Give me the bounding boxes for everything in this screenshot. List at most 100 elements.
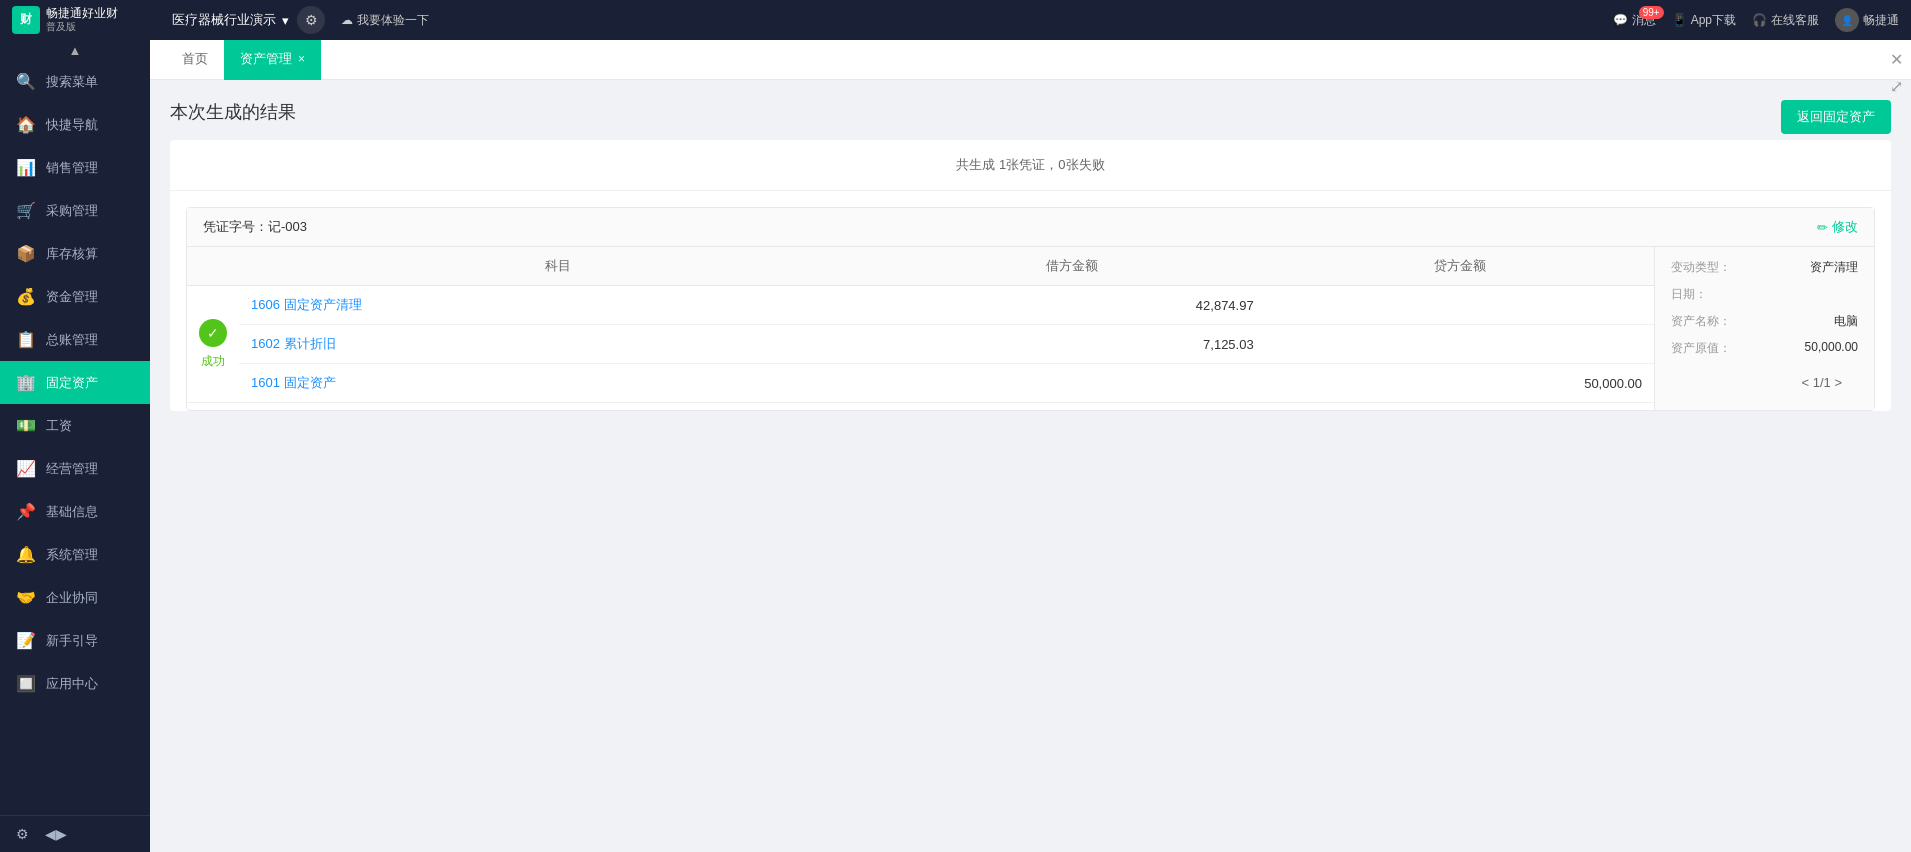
col-credit: 贷方金额 [1266, 247, 1654, 286]
sidebar-item-inventory[interactable]: 📦 库存核算 [0, 232, 150, 275]
asset-value-value: 50,000.00 [1805, 340, 1858, 357]
pagination-info: 1/1 [1813, 375, 1835, 390]
message-icon: 💬 [1613, 13, 1628, 27]
pagination-prev[interactable]: < [1802, 375, 1810, 390]
collapse-icon[interactable]: ◀▶ [45, 826, 67, 842]
sidebar-scroll-up[interactable]: ▲ [0, 40, 150, 60]
voucher-header: 凭证字号：记-003 ✏ 修改 [187, 208, 1874, 247]
inventory-icon: 📦 [16, 244, 36, 263]
ledger-icon: 📋 [16, 330, 36, 349]
online-service-button[interactable]: 🎧 在线客服 [1752, 12, 1819, 29]
sidebar-item-ledger[interactable]: 📋 总账管理 [0, 318, 150, 361]
edit-button[interactable]: ✏ 修改 [1817, 218, 1858, 236]
side-info-asset-name: 资产名称： 电脑 [1671, 313, 1858, 330]
voucher-section: 凭证字号：记-003 ✏ 修改 科目 [186, 207, 1875, 411]
asset-name-value: 电脑 [1834, 313, 1858, 330]
sidebar-item-basic[interactable]: 📌 基础信息 [0, 490, 150, 533]
experience-button[interactable]: ☁ 我要体验一下 [341, 12, 429, 29]
account-cell-1601[interactable]: 1601 固定资产 [239, 364, 877, 403]
sidebar-label-system: 系统管理 [46, 546, 98, 564]
collab-icon: 🤝 [16, 588, 36, 607]
tab-close-icon[interactable]: × [298, 52, 305, 66]
funds-icon: 💰 [16, 287, 36, 306]
sidebar-item-assets[interactable]: 🏢 固定资产 [0, 361, 150, 404]
settings-icon[interactable]: ⚙ [16, 826, 29, 842]
tab-assets[interactable]: 资产管理 × [224, 40, 321, 80]
sidebar-label-sales: 销售管理 [46, 159, 98, 177]
company-name: 医疗器械行业演示 [172, 11, 276, 29]
result-summary: 共生成 1张凭证，0张失败 [170, 140, 1891, 191]
voucher-table: 科目 借方金额 贷方金额 ✓ [187, 247, 1654, 403]
logo-icon: 财 [12, 6, 40, 34]
side-info-date: 日期： [1671, 286, 1858, 303]
sidebar-item-ops[interactable]: 📈 经营管理 [0, 447, 150, 490]
col-account: 科目 [239, 247, 877, 286]
assets-icon: 🏢 [16, 373, 36, 392]
debit-cell-1606: 42,874.97 [877, 286, 1265, 325]
company-selector[interactable]: 医疗器械行业演示 ▾ [172, 11, 289, 29]
experience-label: 我要体验一下 [357, 12, 429, 29]
col-status [187, 247, 239, 286]
account-cell-1602[interactable]: 1602 累计折旧 [239, 325, 877, 364]
sidebar-label-ops: 经营管理 [46, 460, 98, 478]
return-button[interactable]: 返回固定资产 [1781, 100, 1891, 134]
sidebar-item-collab[interactable]: 🤝 企业协同 [0, 576, 150, 619]
logo-area: 财 畅捷通好业财 普及版 [12, 6, 162, 34]
sales-icon: 📊 [16, 158, 36, 177]
credit-cell-1602 [1266, 325, 1654, 364]
user-menu[interactable]: 👤 畅捷通 [1835, 8, 1899, 32]
pagination-next[interactable]: > [1834, 375, 1842, 390]
credit-cell-1606 [1266, 286, 1654, 325]
apps-icon: 🔲 [16, 674, 36, 693]
account-cell-1606[interactable]: 1606 固定资产清理 [239, 286, 877, 325]
purchase-icon: 🛒 [16, 201, 36, 220]
page-title: 本次生成的结果 [170, 100, 1891, 124]
sidebar-item-salary[interactable]: 💵 工资 [0, 404, 150, 447]
message-button[interactable]: 💬 消息 99+ [1613, 12, 1656, 29]
voucher-side: 变动类型： 资产清理 日期： 资产名称： 电脑 [1654, 247, 1874, 410]
panel-expand-icon[interactable]: ⤢ [1890, 77, 1903, 96]
voucher-table-area: 科目 借方金额 贷方金额 ✓ [187, 247, 1654, 410]
sidebar-item-search[interactable]: 🔍 搜索菜单 [0, 60, 150, 103]
sidebar-item-sales[interactable]: 📊 销售管理 [0, 146, 150, 189]
headset-icon: 🎧 [1752, 13, 1767, 27]
phone-icon: 📱 [1672, 13, 1687, 27]
debit-cell-1601 [877, 364, 1265, 403]
col-debit: 借方金额 [877, 247, 1265, 286]
tab-home-label: 首页 [182, 50, 208, 68]
user-label: 畅捷通 [1863, 12, 1899, 29]
sidebar-label-basic: 基础信息 [46, 503, 98, 521]
sidebar-item-quicknav[interactable]: 🏠 快捷导航 [0, 103, 150, 146]
tab-home[interactable]: 首页 [166, 40, 224, 80]
sidebar-item-system[interactable]: 🔔 系统管理 [0, 533, 150, 576]
top-header: 财 畅捷通好业财 普及版 医疗器械行业演示 ▾ ⚙ ☁ 我要体验一下 💬 消息 … [0, 0, 1911, 40]
sidebar: ▲ 🔍 搜索菜单 🏠 快捷导航 📊 销售管理 🛒 采购管理 📦 库存核算 💰 资… [0, 40, 150, 852]
panel-close-icon[interactable]: ✕ [1890, 50, 1903, 69]
tab-assets-label: 资产管理 [240, 50, 292, 68]
sidebar-item-funds[interactable]: 💰 资金管理 [0, 275, 150, 318]
table-row: ✓ 成功 1606 固定资产清理 42,874.97 [187, 286, 1654, 325]
pagination[interactable]: < 1/1 > [1671, 367, 1858, 398]
sidebar-item-purchase[interactable]: 🛒 采购管理 [0, 189, 150, 232]
sidebar-label-quicknav: 快捷导航 [46, 116, 98, 134]
sidebar-item-guide[interactable]: 📝 新手引导 [0, 619, 150, 662]
app-label: App下载 [1691, 12, 1736, 29]
change-type-value: 资产清理 [1810, 259, 1858, 276]
change-type-label: 变动类型： [1671, 259, 1731, 276]
gear-button[interactable]: ⚙ [297, 6, 325, 34]
page-content: 本次生成的结果 返回固定资产 共生成 1张凭证，0张失败 凭证字号：记-003 … [150, 80, 1911, 852]
edit-label: 修改 [1832, 218, 1858, 236]
logo-text: 畅捷通好业财 [46, 6, 118, 20]
sidebar-label-assets: 固定资产 [46, 374, 98, 392]
cloud-icon: ☁ [341, 13, 353, 27]
app-download-button[interactable]: 📱 App下载 [1672, 12, 1736, 29]
sidebar-label-collab: 企业协同 [46, 589, 98, 607]
voucher-number: 凭证字号：记-003 [203, 218, 307, 236]
sidebar-item-apps[interactable]: 🔲 应用中心 [0, 662, 150, 705]
panel-controls: ✕ ⤢ [1890, 50, 1903, 96]
basic-icon: 📌 [16, 502, 36, 521]
sidebar-bottom: ⚙ ◀▶ [0, 815, 150, 852]
result-panel: 共生成 1张凭证，0张失败 凭证字号：记-003 ✏ 修改 [170, 140, 1891, 411]
salary-icon: 💵 [16, 416, 36, 435]
sidebar-label-purchase: 采购管理 [46, 202, 98, 220]
